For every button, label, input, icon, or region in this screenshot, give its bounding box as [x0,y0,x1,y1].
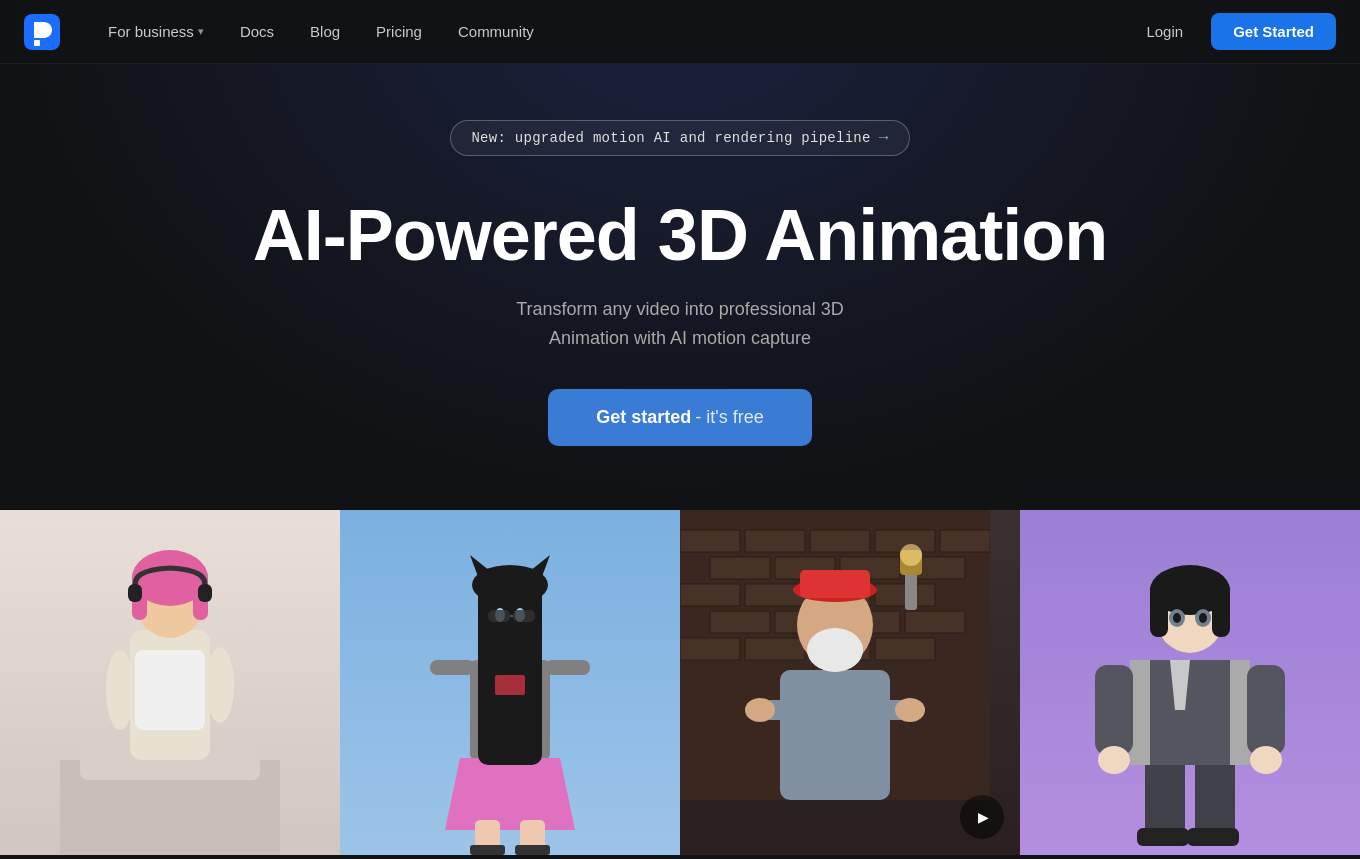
cta-bold-text: Get started [596,407,691,428]
svg-rect-70 [1137,828,1189,846]
video-card-1[interactable] [0,510,340,855]
svg-point-58 [900,544,922,566]
play-button-3[interactable] [960,795,1004,839]
cta-light-text: - it's free [695,407,763,428]
nav-item-pricing[interactable]: Pricing [360,15,438,48]
chevron-down-icon: ▾ [198,25,204,38]
hero-section: New: upgraded motion AI and rendering pi… [0,0,1360,510]
svg-rect-25 [488,610,510,622]
nav-item-for-business[interactable]: For business ▾ [92,15,220,48]
nav-links: For business ▾ Docs Blog Pricing Communi… [92,15,1130,48]
svg-point-67 [895,698,925,722]
nav-item-blog[interactable]: Blog [294,15,356,48]
svg-rect-9 [128,584,142,602]
svg-rect-34 [680,530,740,552]
logo[interactable] [24,14,60,50]
svg-rect-26 [513,610,535,622]
get-started-nav-button[interactable]: Get Started [1211,13,1336,50]
svg-rect-79 [1212,582,1230,637]
svg-rect-10 [198,584,212,602]
svg-rect-43 [680,584,740,606]
svg-rect-55 [680,800,990,855]
svg-point-87 [1250,746,1282,774]
nav-item-community[interactable]: Community [442,15,550,48]
svg-marker-15 [445,758,575,830]
svg-point-12 [106,650,134,730]
hero-subtitle: Transform any video into professional 3D… [516,295,844,353]
svg-rect-59 [780,670,890,800]
svg-rect-32 [495,675,525,695]
svg-rect-36 [810,530,870,552]
svg-rect-62 [800,570,870,598]
svg-rect-11 [135,650,205,730]
svg-point-66 [745,698,775,722]
svg-rect-85 [1247,665,1285,755]
video-card-3[interactable] [680,510,1020,855]
svg-rect-71 [1187,828,1239,846]
svg-rect-30 [430,660,475,675]
video-grid [0,510,1360,855]
svg-rect-39 [710,557,770,579]
hero-cta-button[interactable]: Get started - it's free [548,389,811,446]
svg-rect-78 [1150,582,1168,637]
login-button[interactable]: Login [1130,15,1199,48]
svg-rect-54 [875,638,935,660]
svg-rect-47 [710,611,770,633]
navbar: For business ▾ Docs Blog Pricing Communi… [0,0,1360,64]
svg-rect-50 [905,611,965,633]
svg-point-63 [807,628,863,672]
nav-item-docs[interactable]: Docs [224,15,290,48]
arrow-icon: → [879,129,889,147]
svg-rect-52 [745,638,805,660]
svg-rect-31 [545,660,590,675]
svg-point-82 [1173,613,1181,623]
video-card-4[interactable] [1020,510,1360,855]
svg-point-13 [206,647,234,723]
hero-title: AI-Powered 3D Animation [233,196,1127,275]
svg-rect-51 [680,638,740,660]
svg-rect-1 [34,40,40,46]
svg-point-86 [1098,746,1130,774]
announcement-badge[interactable]: New: upgraded motion AI and rendering pi… [450,120,909,156]
svg-point-83 [1199,613,1207,623]
svg-rect-84 [1095,665,1133,755]
svg-rect-38 [940,530,990,552]
svg-rect-19 [515,845,550,855]
svg-rect-35 [745,530,805,552]
badge-text: New: upgraded motion AI and rendering pi… [471,130,870,146]
nav-actions: Login Get Started [1130,13,1336,50]
svg-rect-18 [470,845,505,855]
video-card-2[interactable] [340,510,680,855]
